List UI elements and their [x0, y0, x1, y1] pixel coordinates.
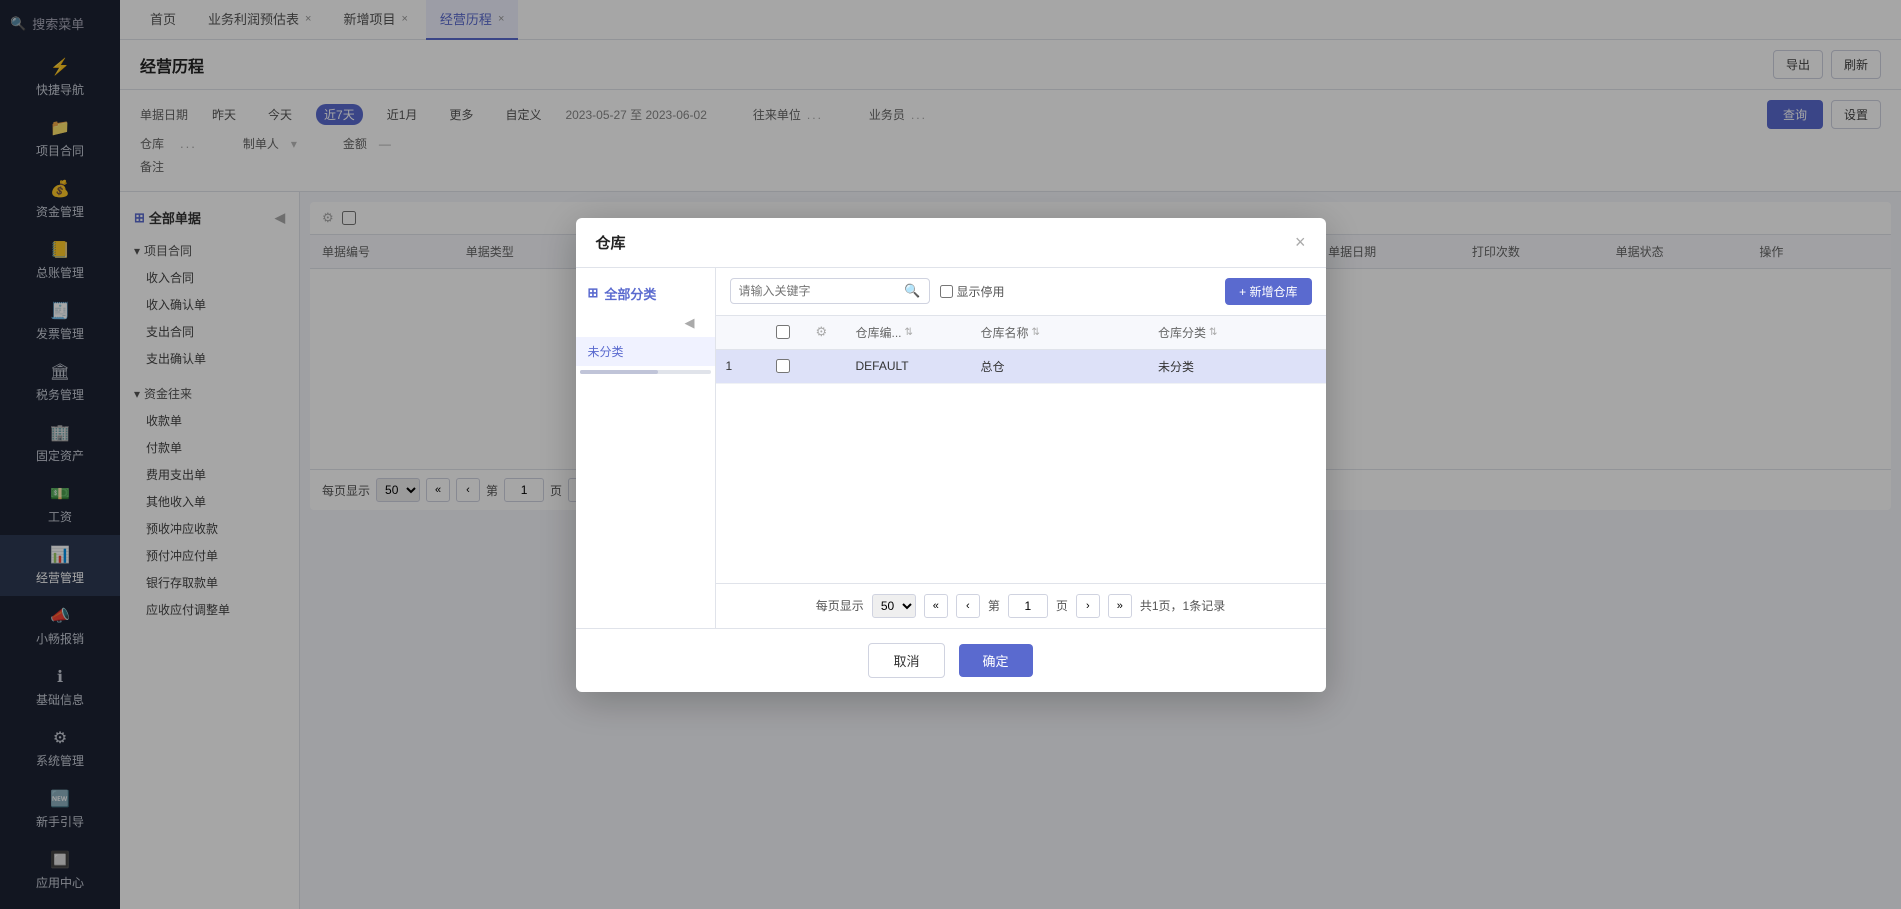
- modal-search-input[interactable]: [739, 284, 905, 298]
- col-cat-label: 仓库分类: [1158, 324, 1206, 341]
- modal-prev-page[interactable]: ‹: [956, 594, 980, 618]
- modal-th-check: [766, 316, 806, 349]
- col-code-sort[interactable]: ⇅: [905, 327, 913, 338]
- modal-all-category[interactable]: ⊞ 全部分类: [576, 278, 715, 309]
- show-disabled-text: 显示停用: [957, 283, 1005, 300]
- modal-next-page[interactable]: ›: [1076, 594, 1100, 618]
- modal-left-panel: ⊞ 全部分类 ◀ 未分类: [576, 268, 716, 628]
- modal-table-gear[interactable]: ⚙: [816, 324, 828, 340]
- left-panel-scrollbar[interactable]: [580, 370, 711, 374]
- modal-td-name: 总仓: [971, 350, 1149, 383]
- scrollbar-thumb: [580, 370, 659, 374]
- modal-th-name: 仓库名称 ⇅: [971, 316, 1149, 349]
- col-code-label: 仓库编...: [856, 324, 902, 341]
- modal-select-all[interactable]: [776, 325, 790, 339]
- modal-page-label: 页: [1056, 597, 1068, 614]
- modal-overlay: 仓库 × ⊞ 全部分类 ◀ 未分类: [0, 0, 1901, 909]
- show-disabled-label[interactable]: 显示停用: [940, 283, 1005, 300]
- modal-td-code: DEFAULT: [846, 350, 971, 383]
- col-cat-sort[interactable]: ⇅: [1209, 327, 1217, 338]
- modal-page-size-select[interactable]: 50: [872, 594, 916, 618]
- modal-th-category: 仓库分类 ⇅: [1148, 316, 1326, 349]
- grid-icon-modal: ⊞: [588, 285, 599, 301]
- add-warehouse-btn[interactable]: + 新增仓库: [1225, 278, 1311, 305]
- modal-table-header: ⚙ 仓库编... ⇅ 仓库名称 ⇅ 仓库分类 ⇅: [716, 316, 1326, 350]
- modal-last-page[interactable]: »: [1108, 594, 1132, 618]
- modal-table: ⚙ 仓库编... ⇅ 仓库名称 ⇅ 仓库分类 ⇅: [716, 316, 1326, 583]
- modal-td-gear: [806, 350, 846, 383]
- all-category-label: 全部分类: [604, 284, 656, 303]
- modal-page-input[interactable]: [1008, 594, 1048, 618]
- modal-uncategorized[interactable]: 未分类: [576, 337, 715, 366]
- modal-page-num-label: 第: [988, 597, 1000, 614]
- modal-header: 仓库 ×: [576, 218, 1326, 268]
- modal-search-box: 🔍: [730, 278, 930, 304]
- modal-th-code: 仓库编... ⇅: [846, 316, 971, 349]
- confirm-button[interactable]: 确定: [959, 644, 1033, 677]
- modal-table-row[interactable]: 1 DEFAULT 总仓 未分类: [716, 350, 1326, 384]
- modal-body: ⊞ 全部分类 ◀ 未分类: [576, 268, 1326, 628]
- modal-page-size-label: 每页显示: [816, 597, 864, 614]
- modal-first-page[interactable]: «: [924, 594, 948, 618]
- modal-right-panel: 🔍 显示停用 + 新增仓库: [716, 268, 1326, 628]
- modal-td-category: 未分类: [1148, 350, 1326, 383]
- warehouse-modal: 仓库 × ⊞ 全部分类 ◀ 未分类: [576, 218, 1326, 692]
- modal-title: 仓库: [596, 232, 626, 253]
- modal-th-num: [716, 316, 766, 349]
- row-checkbox-1[interactable]: [776, 359, 790, 373]
- show-disabled-checkbox[interactable]: [940, 285, 953, 298]
- modal-footer-actions: 取消 确定: [576, 628, 1326, 692]
- modal-collapse-btn[interactable]: ◀: [673, 309, 707, 337]
- modal-search-icon: 🔍: [904, 283, 920, 299]
- modal-total: 共1页，1条记录: [1140, 597, 1225, 614]
- modal-toolbar: 🔍 显示停用 + 新增仓库: [716, 268, 1326, 316]
- modal-th-gear: ⚙: [806, 316, 846, 349]
- modal-close-btn[interactable]: ×: [1295, 232, 1306, 253]
- modal-pagination: 每页显示 50 « ‹ 第 页 › » 共1页，1条记录: [716, 583, 1326, 628]
- modal-td-check[interactable]: [766, 350, 806, 383]
- col-name-sort[interactable]: ⇅: [1032, 327, 1040, 338]
- col-name-label: 仓库名称: [981, 324, 1029, 341]
- cancel-button[interactable]: 取消: [868, 643, 944, 678]
- modal-td-num: 1: [716, 350, 766, 383]
